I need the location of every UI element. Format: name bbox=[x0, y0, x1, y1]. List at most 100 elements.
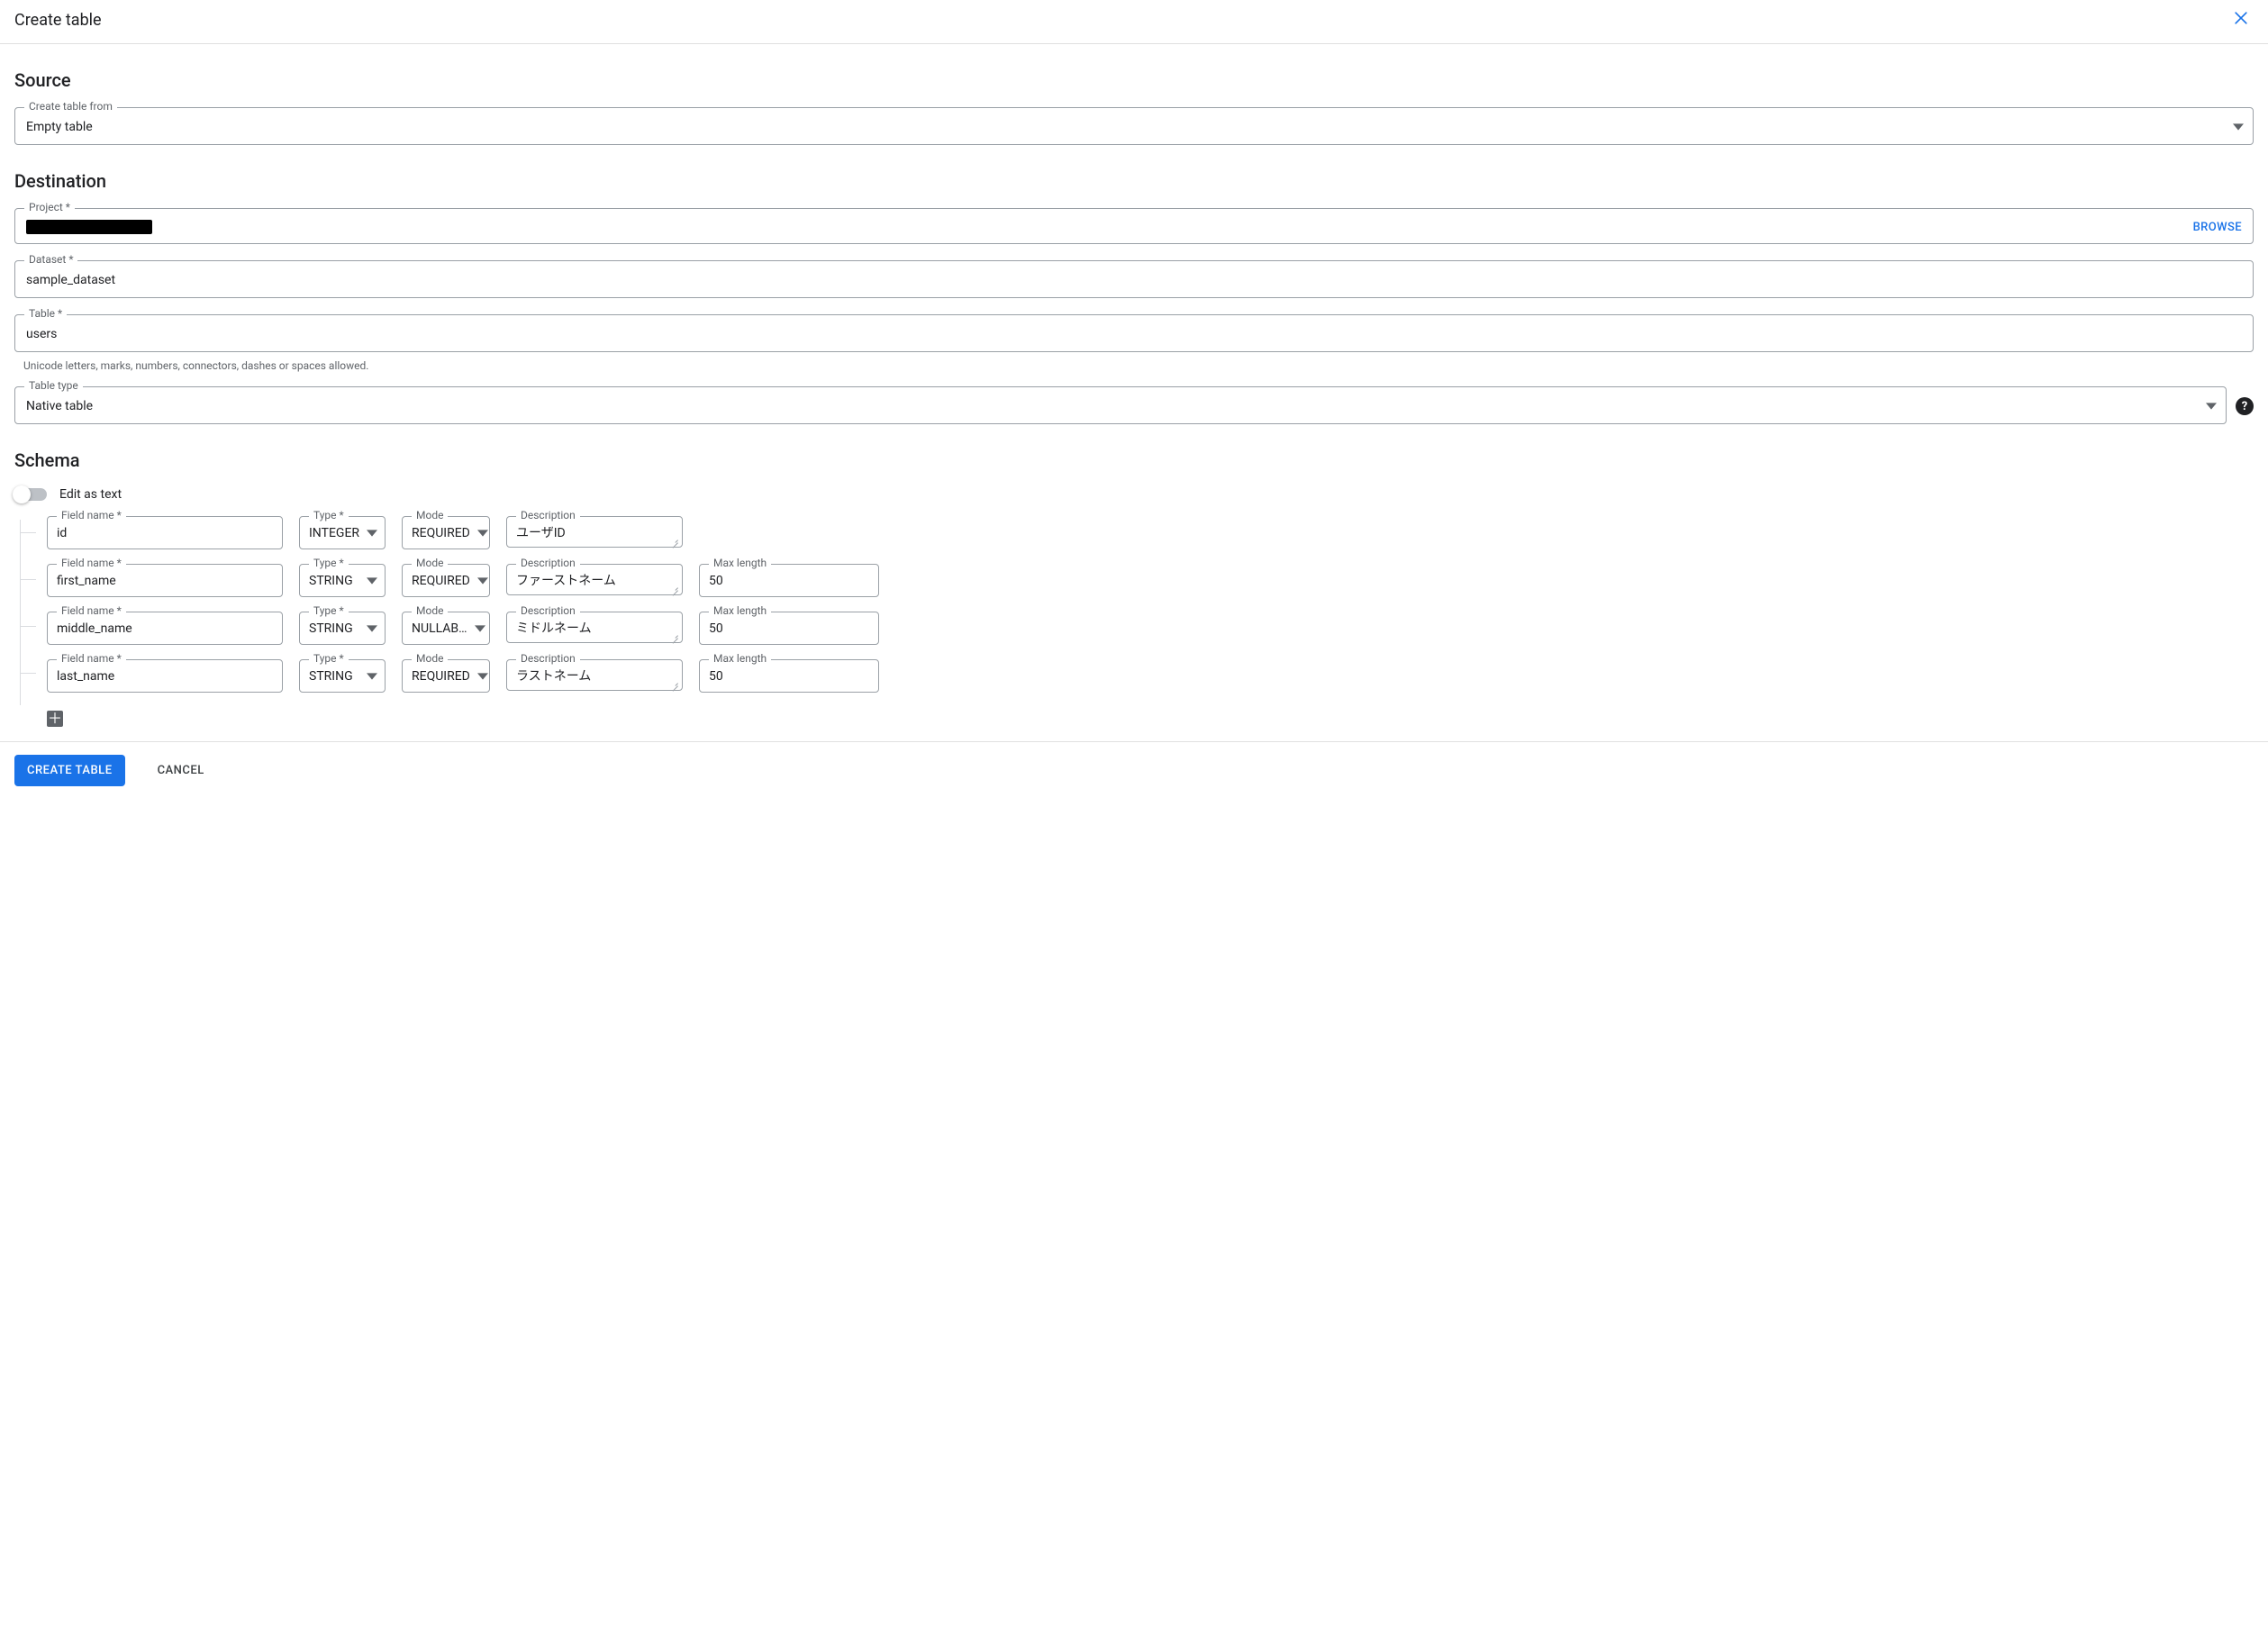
field-name-value: last_name bbox=[57, 668, 273, 685]
field-type-select[interactable]: Type * INTEGER bbox=[299, 516, 386, 549]
field-name-input[interactable]: Field name * id bbox=[47, 516, 283, 549]
field-name-input[interactable]: Field name * first_name bbox=[47, 564, 283, 597]
field-name-value: id bbox=[57, 525, 273, 541]
field-name-input[interactable]: Field name * middle_name bbox=[47, 612, 283, 645]
resize-handle-icon[interactable] bbox=[671, 631, 678, 639]
project-value-redacted bbox=[26, 220, 152, 234]
create-table-from-select[interactable]: Create table from Empty table bbox=[14, 107, 2254, 145]
field-type-label: Type * bbox=[309, 604, 349, 617]
dataset-field[interactable]: Dataset * sample_dataset bbox=[14, 260, 2254, 298]
table-label: Table * bbox=[24, 307, 67, 320]
field-mode-value: REQUIRED bbox=[412, 573, 470, 589]
resize-handle-icon[interactable] bbox=[671, 584, 678, 591]
table-type-label: Table type bbox=[24, 379, 83, 392]
field-type-value: INTEGER bbox=[309, 525, 359, 541]
cancel-button[interactable]: CANCEL bbox=[145, 755, 217, 786]
dataset-value: sample_dataset bbox=[26, 272, 2242, 288]
field-description-value: ラストネーム bbox=[516, 668, 673, 685]
field-description-input[interactable]: Description ユーザID bbox=[506, 516, 683, 548]
close-button[interactable] bbox=[2228, 7, 2254, 32]
dialog-header: Create table bbox=[0, 0, 2268, 44]
resize-handle-icon[interactable] bbox=[671, 536, 678, 543]
table-value: users bbox=[26, 326, 2242, 342]
field-mode-select[interactable]: Mode REQUIRED bbox=[402, 516, 490, 549]
dropdown-icon bbox=[477, 671, 488, 682]
field-type-value: STRING bbox=[309, 668, 359, 685]
field-maxlength-value: 50 bbox=[709, 668, 869, 685]
field-name-label: Field name * bbox=[57, 509, 126, 521]
toggle-knob bbox=[13, 485, 31, 503]
field-mode-value: NULLAB… bbox=[412, 621, 467, 637]
field-description-label: Description bbox=[516, 604, 580, 617]
field-maxlength-value: 50 bbox=[709, 573, 869, 589]
field-maxlength-label: Max length bbox=[709, 604, 771, 617]
field-type-label: Type * bbox=[309, 557, 349, 569]
destination-heading: Destination bbox=[14, 170, 2254, 192]
field-mode-label: Mode bbox=[412, 557, 448, 569]
project-label: Project * bbox=[24, 201, 75, 213]
field-description-value: ミドルネーム bbox=[516, 621, 673, 637]
dropdown-icon bbox=[2233, 122, 2244, 132]
table-type-select[interactable]: Table type Native table bbox=[14, 386, 2227, 424]
schema-heading: Schema bbox=[14, 449, 2254, 471]
schema-section: Schema Edit as text Field name * bbox=[14, 449, 2254, 727]
plus-icon: ＋ bbox=[48, 712, 62, 726]
field-type-select[interactable]: Type * STRING bbox=[299, 612, 386, 645]
project-field[interactable]: Project * BROWSE bbox=[14, 208, 2254, 244]
close-icon bbox=[2232, 9, 2250, 31]
field-description-input[interactable]: Description ラストネーム bbox=[506, 659, 683, 691]
field-mode-label: Mode bbox=[412, 604, 448, 617]
field-name-value: first_name bbox=[57, 573, 273, 589]
field-type-label: Type * bbox=[309, 652, 349, 665]
field-mode-select[interactable]: Mode NULLAB… bbox=[402, 612, 490, 645]
field-description-value: ファーストネーム bbox=[516, 573, 673, 589]
field-type-label: Type * bbox=[309, 509, 349, 521]
field-mode-value: REQUIRED bbox=[412, 668, 470, 685]
field-maxlength-input[interactable]: Max length 50 bbox=[699, 612, 879, 645]
field-mode-label: Mode bbox=[412, 509, 448, 521]
field-type-value: STRING bbox=[309, 621, 359, 637]
field-description-value: ユーザID bbox=[516, 525, 673, 541]
field-description-label: Description bbox=[516, 652, 580, 665]
browse-button[interactable]: BROWSE bbox=[2193, 221, 2242, 234]
field-name-label: Field name * bbox=[57, 557, 126, 569]
dropdown-icon bbox=[367, 671, 377, 682]
resize-handle-icon[interactable] bbox=[671, 679, 678, 686]
dropdown-icon bbox=[477, 576, 488, 586]
dropdown-icon bbox=[367, 623, 377, 634]
field-type-select[interactable]: Type * STRING bbox=[299, 659, 386, 693]
field-description-label: Description bbox=[516, 557, 580, 569]
table-field[interactable]: Table * users bbox=[14, 314, 2254, 352]
field-name-value: middle_name bbox=[57, 621, 273, 637]
create-table-from-value: Empty table bbox=[26, 119, 2226, 135]
field-maxlength-input[interactable]: Max length 50 bbox=[699, 564, 879, 597]
field-description-input[interactable]: Description ミドルネーム bbox=[506, 612, 683, 643]
field-type-value: STRING bbox=[309, 573, 359, 589]
field-mode-select[interactable]: Mode REQUIRED bbox=[402, 659, 490, 693]
schema-row: Field name * id Type * INTEGER Mode REQU… bbox=[47, 516, 2254, 549]
dropdown-icon bbox=[477, 528, 488, 539]
create-table-from-label: Create table from bbox=[24, 100, 117, 113]
dropdown-icon bbox=[2206, 401, 2217, 412]
schema-tree-gutter bbox=[14, 516, 47, 727]
field-maxlength-label: Max length bbox=[709, 652, 771, 665]
schema-row: Field name * last_name Type * STRING Mod… bbox=[47, 659, 2254, 693]
field-name-label: Field name * bbox=[57, 652, 126, 665]
schema-row: Field name * first_name Type * STRING Mo… bbox=[47, 564, 2254, 597]
field-description-input[interactable]: Description ファーストネーム bbox=[506, 564, 683, 595]
destination-section: Destination Project * BROWSE Dataset * s… bbox=[14, 170, 2254, 424]
edit-as-text-toggle[interactable] bbox=[14, 488, 47, 501]
field-name-label: Field name * bbox=[57, 604, 126, 617]
create-table-button[interactable]: CREATE TABLE bbox=[14, 755, 125, 786]
field-name-input[interactable]: Field name * last_name bbox=[47, 659, 283, 693]
field-mode-value: REQUIRED bbox=[412, 525, 470, 541]
add-field-button[interactable]: ＋ bbox=[47, 711, 63, 727]
field-mode-label: Mode bbox=[412, 652, 448, 665]
dataset-label: Dataset * bbox=[24, 253, 77, 266]
table-helper-text: Unicode letters, marks, numbers, connect… bbox=[23, 359, 2254, 372]
field-maxlength-input[interactable]: Max length 50 bbox=[699, 659, 879, 693]
field-type-select[interactable]: Type * STRING bbox=[299, 564, 386, 597]
field-mode-select[interactable]: Mode REQUIRED bbox=[402, 564, 490, 597]
source-heading: Source bbox=[14, 69, 2254, 91]
help-icon[interactable]: ? bbox=[2236, 397, 2254, 415]
